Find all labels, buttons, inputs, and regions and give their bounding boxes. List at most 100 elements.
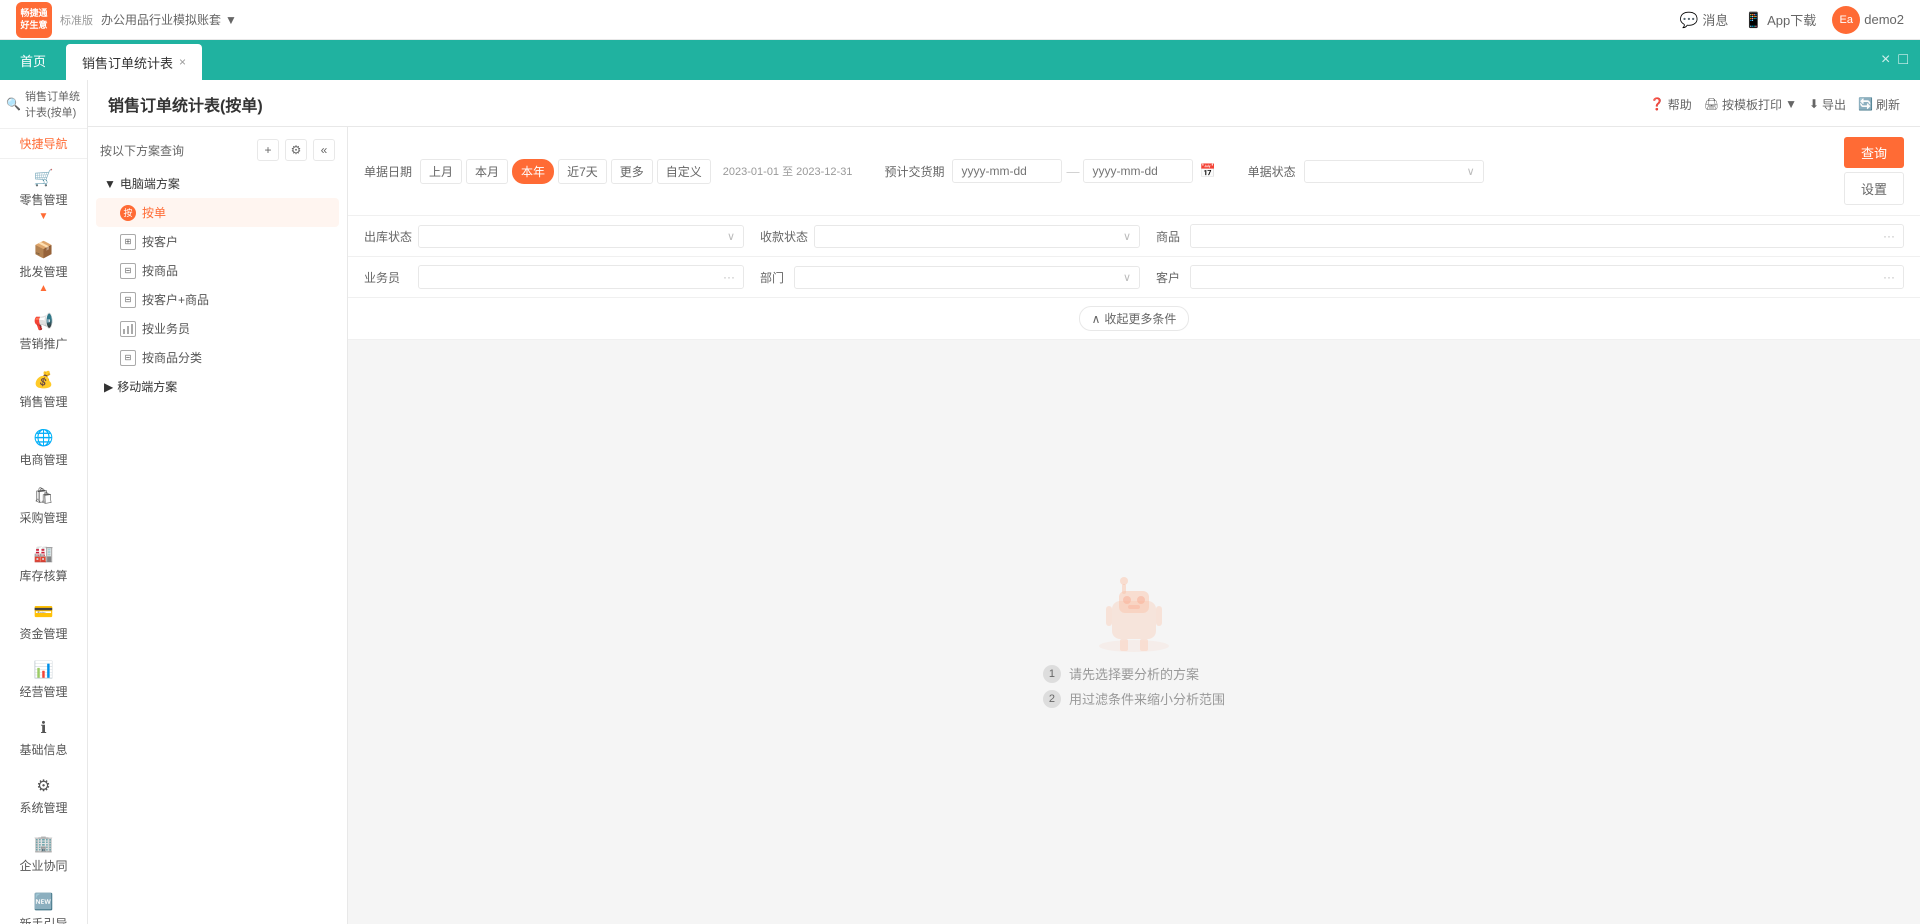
staff-label: 业务员 xyxy=(364,269,412,286)
customer-select[interactable]: ··· xyxy=(1190,265,1904,289)
settings-scheme-icon: ⚙ xyxy=(291,143,302,157)
pay-status-label: 收款状态 xyxy=(760,228,808,245)
this-year-btn[interactable]: 本年 xyxy=(512,159,554,184)
scheme-item-by-staff[interactable]: 按业务员 xyxy=(96,314,339,343)
desktop-section-label: 电脑端方案 xyxy=(120,175,180,192)
user-item[interactable]: Ea demo2 xyxy=(1832,6,1904,34)
basic-label: 基础信息 xyxy=(19,741,67,758)
scheme-item-by-order[interactable]: 按 按单 xyxy=(96,198,339,227)
out-status-arrow: ∨ xyxy=(727,230,735,243)
collapse-btn[interactable]: ∧ 收起更多条件 xyxy=(1079,306,1190,331)
sidebar-item-finance[interactable]: 💳 资金管理 xyxy=(4,594,83,650)
hint-num-1: 1 xyxy=(1043,665,1061,683)
left-panel-icons: + ⚙ « xyxy=(257,139,335,161)
wholesale-expand-icon: ▲ xyxy=(39,283,49,294)
left-panel-header: 按以下方案查询 + ⚙ « xyxy=(88,139,347,169)
out-status-select[interactable]: ∨ xyxy=(418,225,744,248)
goods-field: 商品 ··· xyxy=(1156,224,1904,248)
date-filter-label: 单据日期 xyxy=(364,163,412,180)
sidebar-item-wholesale[interactable]: 📦 批发管理 ▲ xyxy=(4,232,83,302)
nav-label: 快捷导航 xyxy=(19,135,67,152)
predict-date-calendar-icon: 📅 xyxy=(1199,163,1215,179)
help-action[interactable]: ❓ 帮助 xyxy=(1650,96,1692,113)
status-select[interactable]: ∨ xyxy=(1304,160,1484,183)
sidebar-item-system[interactable]: ⚙ 系统管理 xyxy=(4,768,83,824)
template-print-action[interactable]: 🖨 按模板打印 ▼ xyxy=(1704,96,1797,113)
sidebar-nav[interactable]: 快捷导航 xyxy=(0,129,87,159)
sidebar-item-retail[interactable]: 🛒 零售管理 ▼ xyxy=(4,160,83,230)
scheme-icon-by-goods-category: ⊟ xyxy=(120,350,136,366)
wholesale-label: 批发管理 xyxy=(19,263,67,280)
refresh-action[interactable]: 🔄 刷新 xyxy=(1858,96,1900,113)
out-status-field: 出库状态 ∨ xyxy=(364,225,744,248)
message-label: 消息 xyxy=(1702,10,1728,29)
tab-close-icon[interactable]: × xyxy=(179,55,186,69)
sidebar-item-sales[interactable]: 💰 销售管理 xyxy=(4,362,83,418)
scheme-label-by-goods: 按商品 xyxy=(142,262,178,279)
empty-hints: 1 请先选择要分析的方案 2 用过滤条件来缩小分析范围 xyxy=(1043,664,1225,708)
settings-button[interactable]: 设置 xyxy=(1844,172,1904,205)
scheme-item-by-customer-goods[interactable]: ⊟ 按客户+商品 xyxy=(96,285,339,314)
inventory-icon: 🏭 xyxy=(34,544,54,564)
operations-label: 经营管理 xyxy=(19,683,67,700)
query-button[interactable]: 查询 xyxy=(1844,137,1904,168)
print-icon: 🖨 xyxy=(1704,97,1719,111)
scheme-label-by-customer-goods: 按客户+商品 xyxy=(142,291,209,308)
custom-dates-btn[interactable]: 自定义 xyxy=(657,159,711,184)
sidebar-item-operations[interactable]: 📊 经营管理 xyxy=(4,652,83,708)
filter-row-2: 出库状态 ∨ 收款状态 ∨ 商品 xyxy=(348,216,1920,257)
filter-row-3: 业务员 ··· 部门 ∨ 客户 xyxy=(348,257,1920,298)
goods-select[interactable]: ··· xyxy=(1190,224,1904,248)
scheme-item-by-goods-category[interactable]: ⊟ 按商品分类 xyxy=(96,343,339,372)
scheme-icon-by-order: 按 xyxy=(120,205,136,221)
staff-ellipsis: ··· xyxy=(723,270,735,284)
template-print-label: 按模板打印 xyxy=(1722,96,1782,113)
industry-selector[interactable]: 办公用品行业模拟账套 ▼ xyxy=(101,11,237,28)
sidebar-item-purchase[interactable]: 🛍 采购管理 xyxy=(4,478,83,534)
scheme-item-by-customer[interactable]: ⊞ 按客户 xyxy=(96,227,339,256)
sales-icon: 💰 xyxy=(34,370,54,390)
pay-status-select[interactable]: ∨ xyxy=(814,225,1140,248)
tab-minimize-icon[interactable]: × xyxy=(1881,51,1890,69)
add-scheme-button[interactable]: + xyxy=(257,139,279,161)
scheme-section-title-desktop[interactable]: ▼ 电脑端方案 xyxy=(96,169,339,198)
app-download-item[interactable]: 📱 App下载 xyxy=(1744,10,1816,29)
last7days-btn[interactable]: 近7天 xyxy=(558,159,607,184)
sidebar-search[interactable]: 🔍 销售订单统计表(按单) xyxy=(0,80,87,129)
sidebar-item-marketing[interactable]: 📢 营销推广 xyxy=(4,304,83,360)
predict-date-to-input[interactable] xyxy=(1083,159,1193,183)
this-month-btn[interactable]: 本月 xyxy=(466,159,508,184)
left-panel-title: 按以下方案查询 xyxy=(100,142,184,159)
message-item[interactable]: 💬 消息 xyxy=(1680,10,1729,29)
tab-maximize-icon[interactable]: □ xyxy=(1898,51,1908,69)
sidebar-item-ecommerce[interactable]: 🌐 电商管理 xyxy=(4,420,83,476)
sidebar-item-enterprise[interactable]: 🏢 企业协同 xyxy=(4,826,83,882)
dept-select[interactable]: ∨ xyxy=(794,266,1140,289)
sidebar-item-newuser[interactable]: 🆕 新手引导 xyxy=(4,884,83,924)
search-icon: 🔍 xyxy=(6,97,21,111)
tab-sales-statistics[interactable]: 销售订单统计表 × xyxy=(66,44,202,80)
scheme-section-title-mobile[interactable]: ▶ 移动端方案 xyxy=(96,372,339,401)
retail-label: 零售管理 xyxy=(19,191,67,208)
settings-scheme-button[interactable]: ⚙ xyxy=(285,139,307,161)
scheme-item-by-goods[interactable]: ⊟ 按商品 xyxy=(96,256,339,285)
scheme-label-by-goods-category: 按商品分类 xyxy=(142,349,202,366)
dept-field: 部门 ∨ xyxy=(760,266,1140,289)
predict-date-from-input[interactable] xyxy=(952,159,1062,183)
export-action[interactable]: ⬇ 导出 xyxy=(1809,96,1846,113)
right-panel: 单据日期 上月 本月 本年 近7天 更多 自定义 2023-01-01 至 20… xyxy=(348,127,1920,924)
staff-select[interactable]: ··· xyxy=(418,265,744,289)
last-month-btn[interactable]: 上月 xyxy=(420,159,462,184)
collapse-panel-button[interactable]: « xyxy=(313,139,335,161)
avatar: Ea xyxy=(1832,6,1860,34)
refresh-label: 刷新 xyxy=(1876,96,1900,113)
dept-label: 部门 xyxy=(760,269,788,286)
refresh-icon: 🔄 xyxy=(1858,97,1873,111)
sidebar-item-inventory[interactable]: 🏭 库存核算 xyxy=(4,536,83,592)
predict-date-dash: — xyxy=(1066,164,1079,179)
basic-icon: ℹ xyxy=(40,718,46,738)
sidebar-item-basic[interactable]: ℹ 基础信息 xyxy=(4,710,83,766)
more-dates-btn[interactable]: 更多 xyxy=(611,159,653,184)
tab-home[interactable]: 首页 xyxy=(0,40,66,80)
query-btn-group: 查询 设置 xyxy=(1844,137,1904,205)
